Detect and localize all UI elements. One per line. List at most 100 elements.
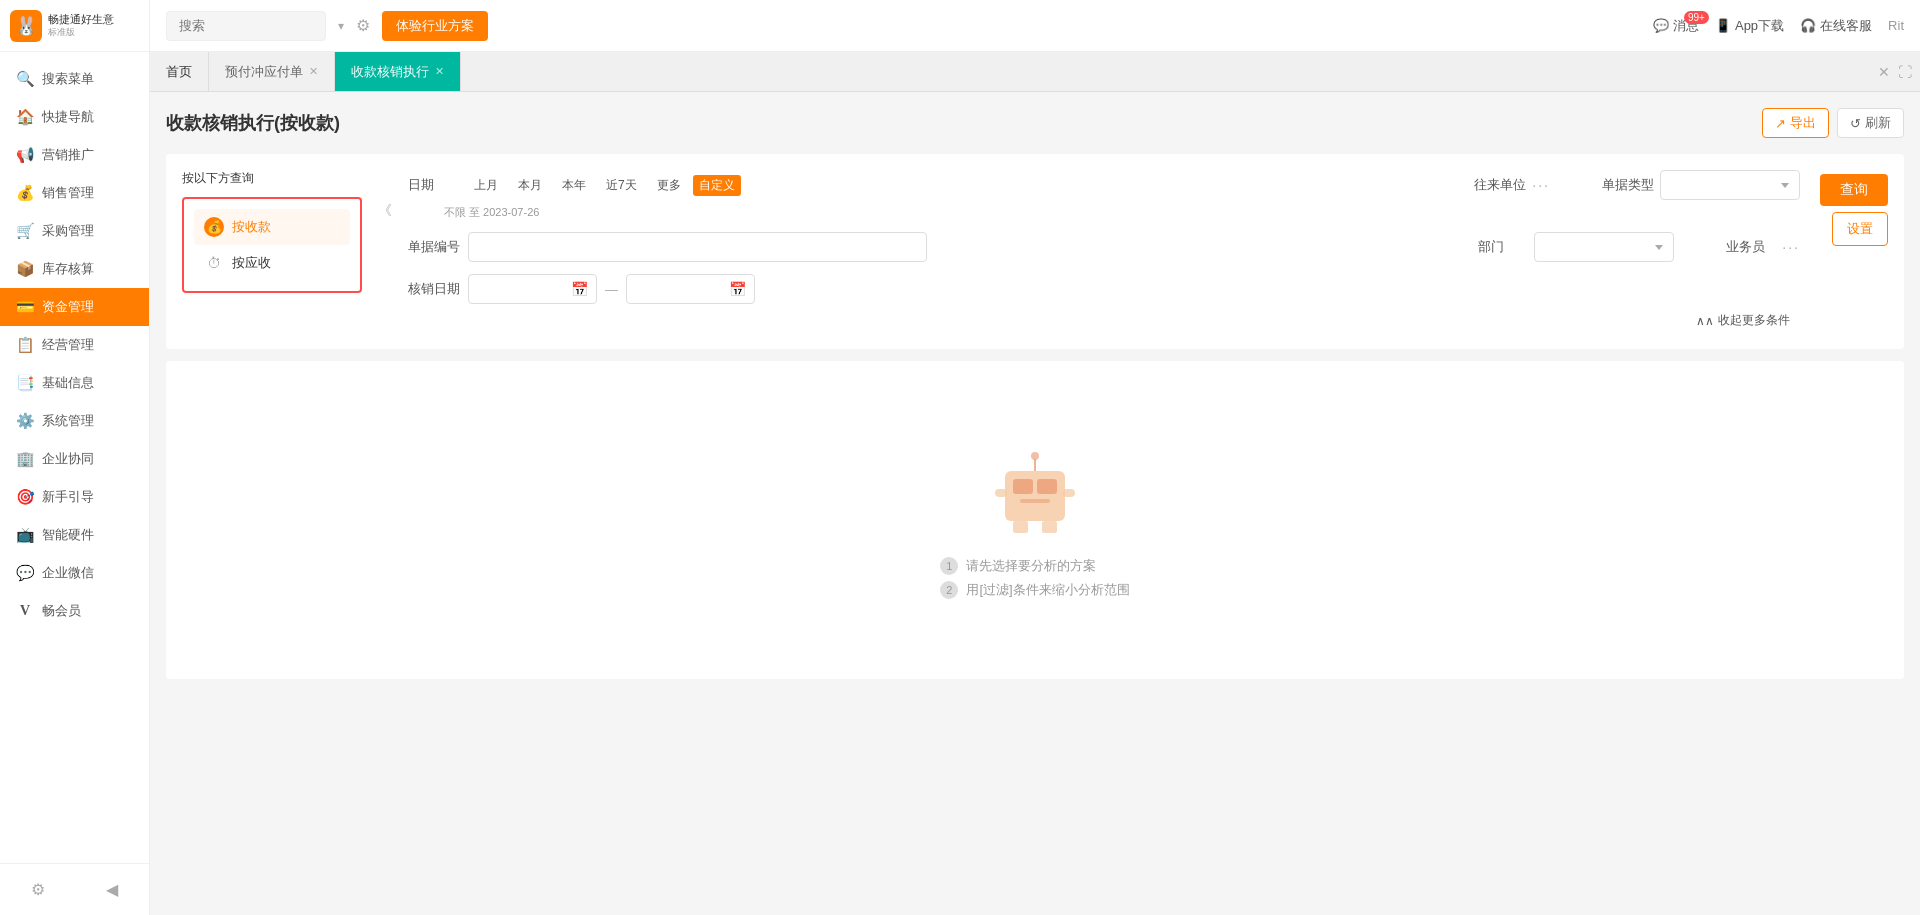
basic-icon: 📑 <box>16 374 34 392</box>
sidebar-item-search[interactable]: 🔍 搜索菜单 <box>0 60 149 98</box>
partner-select[interactable]: ··· <box>1532 177 1550 193</box>
export-button[interactable]: ↗ 导出 <box>1762 108 1829 138</box>
tabbar: 首页 预付冲应付单 ✕ 收款核销执行 ✕ ✕ ⛶ <box>150 52 1920 92</box>
sidebar-item-inventory[interactable]: 📦 库存核算 <box>0 250 149 288</box>
expand-icon[interactable]: ⛶ <box>1898 64 1912 80</box>
writeoff-start-date-input[interactable]: 2023-03-01 📅 <box>468 274 597 304</box>
filter-right-panel: 日期 上月 本月 本年 近7天 更多 自定义 <box>408 170 1888 333</box>
dept-label: 部门 <box>1478 238 1528 256</box>
tip-number-1: 1 <box>940 557 958 575</box>
sidebar-item-member[interactable]: V 畅会员 <box>0 592 149 630</box>
tabbar-actions: ✕ ⛶ <box>1870 52 1920 91</box>
sidebar-nav: 🔍 搜索菜单 🏠 快捷导航 📢 营销推广 💰 销售管理 🛒 采购管理 📦 库存核… <box>0 52 149 863</box>
filter-partner-item: 往来单位 ··· <box>1474 176 1550 194</box>
writeoff-start-input[interactable]: 2023-03-01 <box>477 282 567 297</box>
doc-no-input[interactable] <box>468 232 927 262</box>
gear-icon[interactable]: ⚙ <box>356 16 370 35</box>
home-icon: 🏠 <box>16 108 34 126</box>
sidebar-item-corp[interactable]: 🏢 企业协同 <box>0 440 149 478</box>
filter-date-item: 日期 上月 本月 本年 近7天 更多 自定义 <box>408 174 925 197</box>
collapse-more-button[interactable]: ∧∧ 收起更多条件 <box>1686 308 1800 333</box>
svg-rect-4 <box>995 489 1007 497</box>
filter-row-1: 日期 上月 本月 本年 近7天 更多 自定义 <box>408 170 1800 200</box>
more-date-button[interactable]: 更多 <box>649 174 689 197</box>
calendar-icon[interactable]: 📅 <box>729 281 746 297</box>
chevron-down-icon[interactable]: ▾ <box>338 19 344 33</box>
date-sub-row: 不限 至 2023-07-26 <box>408 204 1800 220</box>
this-month-button[interactable]: 本月 <box>510 174 550 197</box>
topbar-search-input[interactable] <box>166 11 326 41</box>
sidebar-item-sales[interactable]: 💰 销售管理 <box>0 174 149 212</box>
chevron-down-icon <box>1781 183 1789 188</box>
doc-type-label: 单据类型 <box>1602 176 1654 194</box>
tip-text-2: 用[过滤]条件来缩小分析范围 <box>966 581 1129 599</box>
sidebar-item-label: 经营管理 <box>42 336 94 354</box>
tip-number-2: 2 <box>940 581 958 599</box>
sidebar-item-basic[interactable]: 📑 基础信息 <box>0 364 149 402</box>
last-7days-button[interactable]: 近7天 <box>598 174 645 197</box>
sidebar-item-wechat[interactable]: 💬 企业微信 <box>0 554 149 592</box>
calendar-icon[interactable]: 📅 <box>571 281 588 297</box>
filter-option-by-receipt[interactable]: 💰 按收款 <box>194 209 350 245</box>
collapse-sidebar-icon[interactable]: ◀ <box>102 876 122 903</box>
sidebar-logo: 🐰 畅捷通好生意 标准版 <box>0 0 149 52</box>
sidebar-item-marketing[interactable]: 📢 营销推广 <box>0 136 149 174</box>
settings-button[interactable]: 设置 <box>1832 212 1888 246</box>
receipt-tab-label: 收款核销执行 <box>351 63 429 81</box>
business-icon: 📋 <box>16 336 34 354</box>
filter-action-buttons: 查询 设置 <box>1820 174 1888 246</box>
sidebar-item-business[interactable]: 📋 经营管理 <box>0 326 149 364</box>
sidebar-item-finance[interactable]: 💳 资金管理 <box>0 288 149 326</box>
tab-home[interactable]: 首页 <box>150 52 209 91</box>
dept-select[interactable] <box>1534 232 1674 262</box>
last-month-button[interactable]: 上月 <box>466 174 506 197</box>
filter-option-by-receivable[interactable]: ⏱ 按应收 <box>194 245 350 281</box>
tab-close-prepay[interactable]: ✕ <box>309 65 318 78</box>
date-label: 日期 <box>408 176 458 194</box>
query-button[interactable]: 查询 <box>1820 174 1888 206</box>
sidebar-item-purchase[interactable]: 🛒 采购管理 <box>0 212 149 250</box>
doc-type-select[interactable] <box>1660 170 1800 200</box>
refresh-icon: ↺ <box>1850 116 1861 131</box>
refresh-button[interactable]: ↺ 刷新 <box>1837 108 1904 138</box>
message-button[interactable]: 💬 消息 99+ <box>1653 17 1699 35</box>
user-name[interactable]: Rit <box>1888 18 1904 33</box>
collapse-filter-button[interactable]: 《 <box>374 198 396 224</box>
filter-row-2: 单据编号 部门 <box>408 232 1800 262</box>
prepay-tab-label: 预付冲应付单 <box>225 63 303 81</box>
this-year-button[interactable]: 本年 <box>554 174 594 197</box>
empty-tip-2: 2 用[过滤]条件来缩小分析范围 <box>940 581 1129 599</box>
sidebar-item-guide[interactable]: 🎯 新手引导 <box>0 478 149 516</box>
filter-left-panel: 按以下方查询 💰 按收款 ⏱ 按应收 <box>182 170 362 333</box>
writeoff-end-input[interactable]: 2023-07-21 <box>635 282 725 297</box>
online-service-button[interactable]: 🎧 在线客服 <box>1800 17 1872 35</box>
tab-prepay[interactable]: 预付冲应付单 ✕ <box>209 52 335 91</box>
staff-select[interactable]: ··· <box>1782 239 1800 255</box>
app-label: App下载 <box>1735 17 1784 35</box>
filter-writeoff-date-item: 核销日期 2023-03-01 📅 — 2023-07-21 📅 <box>408 274 1800 304</box>
sidebar-item-system[interactable]: ⚙️ 系统管理 <box>0 402 149 440</box>
search-icon: 🔍 <box>16 70 34 88</box>
sidebar-item-hardware[interactable]: 📺 智能硬件 <box>0 516 149 554</box>
wechat-icon: 💬 <box>16 564 34 582</box>
writeoff-end-date-input[interactable]: 2023-07-21 📅 <box>626 274 755 304</box>
svg-rect-7 <box>1042 521 1057 533</box>
close-tab-icon[interactable]: ✕ <box>1878 64 1890 80</box>
app-download-button[interactable]: 📱 App下载 <box>1715 17 1784 35</box>
svg-rect-3 <box>1020 499 1050 503</box>
filter-staff-item: 业务员 ··· <box>1726 238 1800 256</box>
logo-badge: 标准版 <box>48 26 114 39</box>
sidebar-item-label: 快捷导航 <box>42 108 94 126</box>
sidebar-item-label: 库存核算 <box>42 260 94 278</box>
page-actions: ↗ 导出 ↺ 刷新 <box>1762 108 1904 138</box>
sidebar-item-label: 资金管理 <box>42 298 94 316</box>
industry-solution-button[interactable]: 体验行业方案 <box>382 11 488 41</box>
sidebar-item-quick-nav[interactable]: 🏠 快捷导航 <box>0 98 149 136</box>
settings-bottom-icon[interactable]: ⚙ <box>27 876 49 903</box>
tab-close-receipt[interactable]: ✕ <box>435 65 444 78</box>
sidebar-item-label: 系统管理 <box>42 412 94 430</box>
empty-tip-1: 1 请先选择要分析的方案 <box>940 557 1129 575</box>
empty-illustration <box>975 441 1095 541</box>
tab-receipt[interactable]: 收款核销执行 ✕ <box>335 52 461 91</box>
message-badge: 99+ <box>1684 11 1709 24</box>
